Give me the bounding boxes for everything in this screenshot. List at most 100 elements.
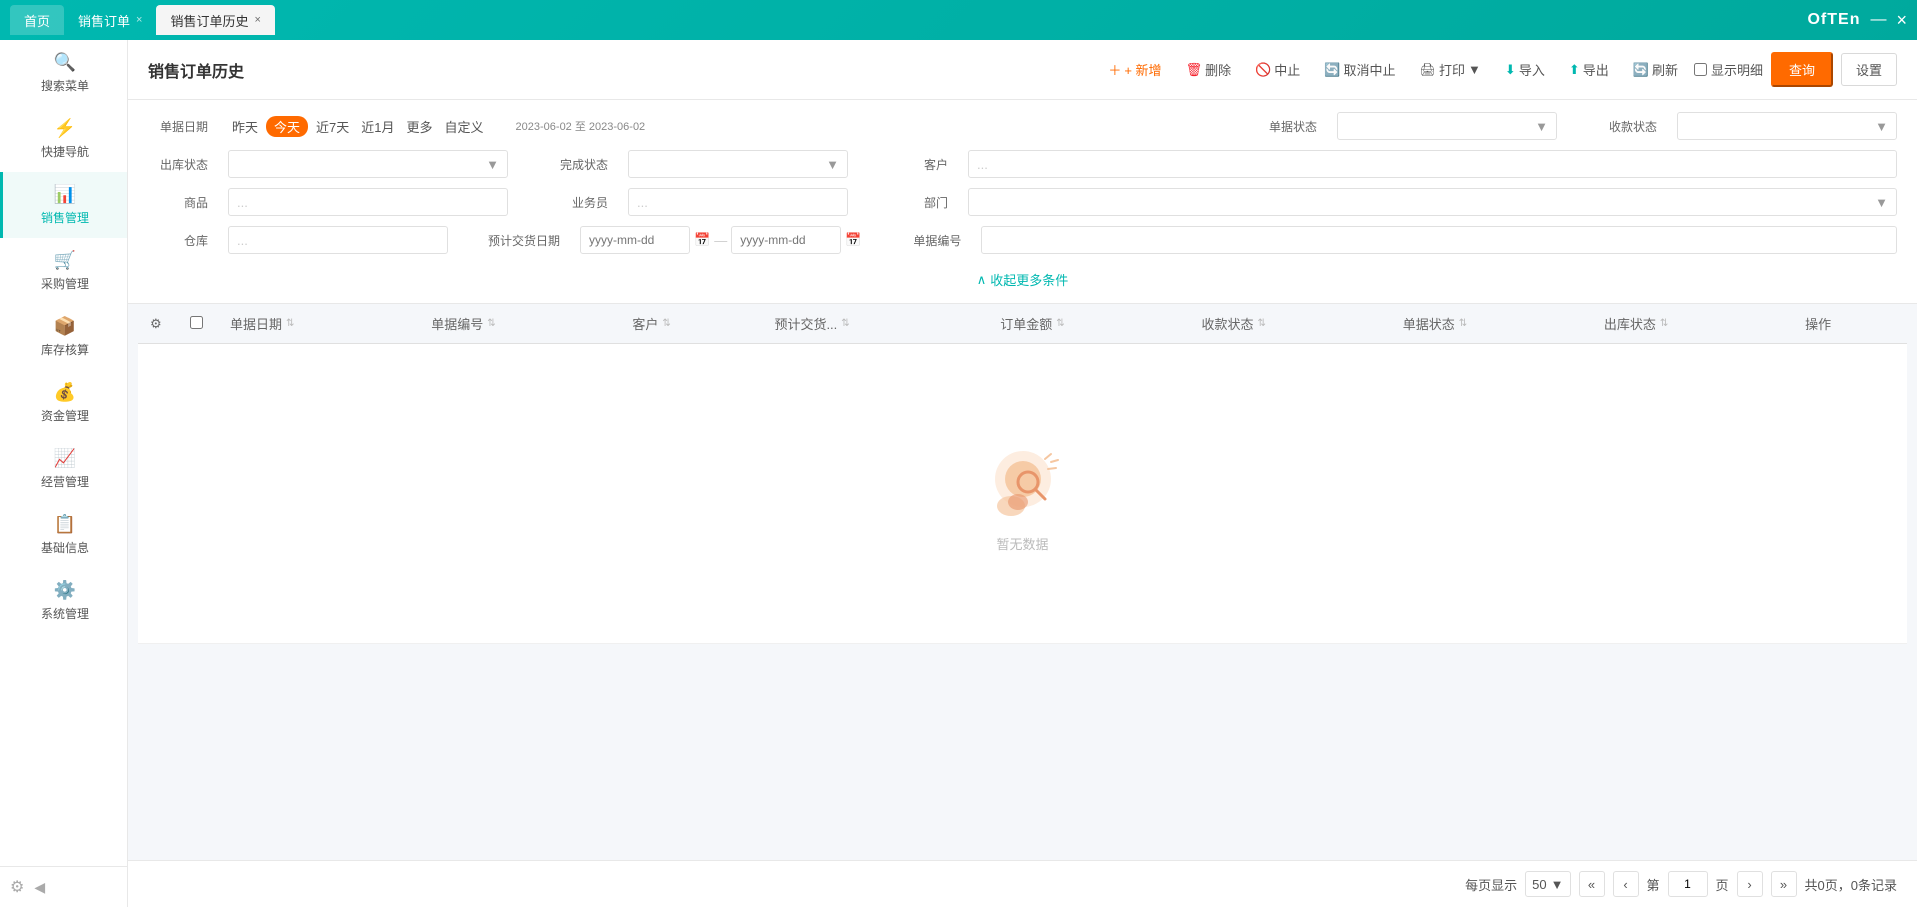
warehouse-label: 仓库 <box>148 232 208 249</box>
th-customer-sort[interactable]: 客户 ⇅ <box>632 314 750 333</box>
page-first-btn[interactable]: « <box>1579 871 1605 897</box>
payment-status-select[interactable]: ▼ <box>1677 112 1897 140</box>
complete-status-label: 完成状态 <box>548 156 608 173</box>
empty-state-cell: 暂无数据 <box>138 344 1907 644</box>
collapse-row[interactable]: ∧ 收起更多条件 <box>148 264 1897 291</box>
settings-label: 设置 <box>1856 63 1882 78</box>
tab-sales-order[interactable]: 销售订单 × <box>64 5 156 35</box>
tab-home-label: 首页 <box>24 11 50 30</box>
expected-date-from-input[interactable] <box>580 226 690 254</box>
th-date[interactable]: 单据日期 ⇅ <box>218 304 419 344</box>
dept-select[interactable]: ▼ <box>968 188 1897 216</box>
delete-icon: 🗑 <box>1186 62 1203 78</box>
expected-date-wrap: 📅 — 📅 <box>580 226 861 254</box>
show-details-checkbox[interactable] <box>1694 63 1707 76</box>
date-lastmonth-btn[interactable]: 近1月 <box>357 115 398 138</box>
order-status-select[interactable]: ▼ <box>1337 112 1557 140</box>
show-details-checkbox-label[interactable]: 显示明细 <box>1694 60 1763 79</box>
th-payment-status[interactable]: 收款状态 ⇅ <box>1189 304 1390 344</box>
th-settings[interactable]: ⚙ <box>138 304 178 344</box>
date-group: 昨天 今天 近7天 近1月 更多 自定义 <box>228 115 488 138</box>
print-button[interactable]: 🖨 打印 ▼ <box>1412 56 1489 83</box>
th-ship-status[interactable]: 出库状态 ⇅ <box>1592 304 1793 344</box>
sidebar-settings-icon[interactable]: ⚙ <box>10 877 24 897</box>
sidebar-item-search-menu-label: 搜索菜单 <box>41 77 89 94</box>
query-button[interactable]: 查询 <box>1771 52 1833 87</box>
page-prev-btn[interactable]: ‹ <box>1613 871 1639 897</box>
sidebar-item-inventory-calc[interactable]: 📦 库存核算 <box>0 304 127 370</box>
th-payment-status-sort[interactable]: 收款状态 ⇅ <box>1201 314 1378 333</box>
quick-nav-icon: ⚡ <box>54 118 76 139</box>
export-icon: ⬆ <box>1569 62 1580 78</box>
tab-sales-order-history-close[interactable]: × <box>254 14 260 26</box>
date-last7-btn[interactable]: 近7天 <box>312 115 353 138</box>
sidebar-item-purchase-mgmt[interactable]: 🛒 采购管理 <box>0 238 127 304</box>
order-number-input[interactable] <box>981 226 1897 254</box>
th-amount[interactable]: 订单金额 ⇅ <box>988 304 1189 344</box>
sidebar-item-finance-mgmt[interactable]: 💰 资金管理 <box>0 370 127 436</box>
warehouse-input[interactable]: ... <box>228 226 448 254</box>
delete-button[interactable]: 🗑 删除 <box>1178 56 1240 83</box>
date-more-label: 更多 <box>407 120 433 135</box>
import-button[interactable]: ⬇ 导入 <box>1497 56 1553 83</box>
order-status-arrow: ▼ <box>1535 119 1548 134</box>
tab-home[interactable]: 首页 <box>10 5 64 35</box>
th-order-status-sort[interactable]: 单据状态 ⇅ <box>1403 314 1580 333</box>
customer-label: 客户 <box>888 156 948 173</box>
cancel-stop-button[interactable]: 🔄 取消中止 <box>1316 56 1403 83</box>
complete-status-select[interactable]: ▼ <box>628 150 848 178</box>
th-expected-date-sort[interactable]: 预计交货... ⇅ <box>774 314 976 333</box>
calendar-to-icon[interactable]: 📅 <box>845 232 861 248</box>
th-checkbox[interactable] <box>178 304 218 344</box>
th-amount-sort[interactable]: 订单金额 ⇅ <box>1000 314 1177 333</box>
sidebar-collapse-icon[interactable]: ◀ <box>34 879 45 896</box>
filter-row-1: 单据日期 昨天 今天 近7天 近1月 更多 <box>148 112 1897 140</box>
page-size-select[interactable]: 50 ▼ <box>1525 871 1570 897</box>
date-custom-btn[interactable]: 自定义 <box>441 115 488 138</box>
sidebar-item-search-menu[interactable]: 🔍 搜索菜单 <box>0 40 127 106</box>
ship-status-select[interactable]: ▼ <box>228 150 508 178</box>
goods-input[interactable]: ... <box>228 188 508 216</box>
sidebar-item-finance-mgmt-label: 资金管理 <box>41 407 89 424</box>
salesperson-input[interactable]: ... <box>628 188 848 216</box>
date-yesterday-btn[interactable]: 昨天 <box>228 115 262 138</box>
expected-date-to-input[interactable] <box>731 226 841 254</box>
settings-button[interactable]: 设置 <box>1841 53 1897 86</box>
date-today-badge[interactable]: 今天 <box>266 116 308 137</box>
date-more-btn[interactable]: 更多 <box>403 115 437 138</box>
table-settings-icon[interactable]: ⚙ <box>150 316 162 331</box>
th-ship-status-sort[interactable]: 出库状态 ⇅ <box>1604 314 1781 333</box>
page-number-input[interactable] <box>1668 871 1708 897</box>
export-button[interactable]: ⬆ 导出 <box>1561 56 1617 83</box>
stop-button[interactable]: 🚫 中止 <box>1247 56 1308 83</box>
empty-state-row: 暂无数据 <box>138 344 1907 644</box>
sidebar-item-sys-mgmt[interactable]: ⚙️ 系统管理 <box>0 568 127 634</box>
purchase-mgmt-icon: 🛒 <box>54 250 76 271</box>
refresh-icon: 🔄 <box>1633 62 1649 78</box>
tab-sales-order-close[interactable]: × <box>136 14 142 26</box>
page-last-btn[interactable]: » <box>1771 871 1797 897</box>
sidebar-item-sales-mgmt[interactable]: 📊 销售管理 <box>0 172 127 238</box>
sidebar-item-purchase-mgmt-label: 采购管理 <box>41 275 89 292</box>
th-expected-date[interactable]: 预计交货... ⇅ <box>762 304 988 344</box>
sidebar-item-ops-mgmt[interactable]: 📈 经营管理 <box>0 436 127 502</box>
th-number-sort[interactable]: 单据编号 ⇅ <box>431 314 608 333</box>
new-button[interactable]: ＋ + 新增 <box>1100 56 1169 83</box>
sidebar-item-base-info[interactable]: 📋 基础信息 <box>0 502 127 568</box>
sidebar-item-quick-nav[interactable]: ⚡ 快捷导航 <box>0 106 127 172</box>
select-all-checkbox[interactable] <box>190 316 203 329</box>
th-ship-status-sort-icon: ⇅ <box>1660 318 1668 329</box>
minimize-btn[interactable]: — <box>1870 11 1886 29</box>
page-next-btn[interactable]: › <box>1737 871 1763 897</box>
th-order-status[interactable]: 单据状态 ⇅ <box>1391 304 1592 344</box>
th-number[interactable]: 单据编号 ⇅ <box>419 304 620 344</box>
customer-input[interactable]: ... <box>968 150 1897 178</box>
th-customer-sort-icon: ⇅ <box>662 318 670 329</box>
th-date-sort[interactable]: 单据日期 ⇅ <box>230 314 407 333</box>
close-btn[interactable]: × <box>1896 10 1907 31</box>
th-customer[interactable]: 客户 ⇅ <box>620 304 762 344</box>
refresh-button[interactable]: 🔄 刷新 <box>1625 56 1686 83</box>
sidebar-item-ops-mgmt-label: 经营管理 <box>41 473 89 490</box>
calendar-from-icon[interactable]: 📅 <box>694 232 710 248</box>
tab-sales-order-history[interactable]: 销售订单历史 × <box>156 5 274 35</box>
